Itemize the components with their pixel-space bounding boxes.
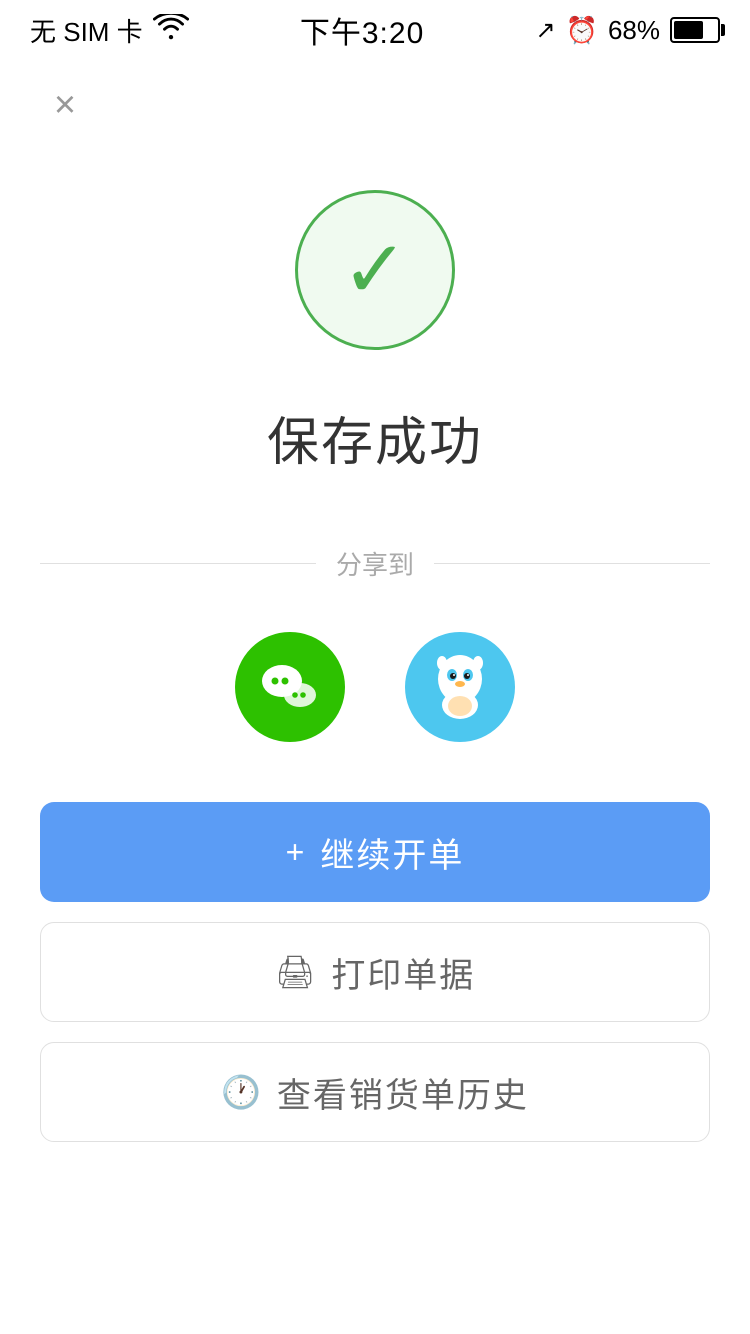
success-title: 保存成功 xyxy=(267,400,483,475)
print-button[interactable]: 🖨 打印单据 xyxy=(40,922,710,1022)
status-left: 无 SIM 卡 xyxy=(30,12,189,49)
status-bar: 无 SIM 卡 下午3:20 ↗ ⏰ 68% xyxy=(0,0,750,60)
wechat-button[interactable] xyxy=(235,632,345,742)
clock-icon: 🕐 xyxy=(221,1073,263,1111)
wifi-icon xyxy=(153,14,189,47)
success-circle: ✓ xyxy=(295,190,455,350)
wechat-icon xyxy=(256,657,324,717)
action-buttons: + 继续开单 🖨 打印单据 🕐 查看销货单历史 xyxy=(40,802,710,1142)
status-time: 下午3:20 xyxy=(300,8,424,52)
share-icons xyxy=(40,632,710,742)
close-icon: × xyxy=(54,86,76,124)
print-icon: 🖨 xyxy=(275,953,318,991)
continue-label: 继续开单 xyxy=(320,828,464,877)
carrier-text: 无 SIM 卡 xyxy=(30,12,143,49)
continue-button[interactable]: + 继续开单 xyxy=(40,802,710,902)
history-button[interactable]: 🕐 查看销货单历史 xyxy=(40,1042,710,1142)
battery-percent: 68% xyxy=(608,15,660,46)
alarm-icon: ⏰ xyxy=(566,15,598,46)
location-icon: ↗ xyxy=(535,16,555,45)
checkmark-icon: ✓ xyxy=(341,230,408,310)
status-right: ↗ ⏰ 68% xyxy=(535,15,720,46)
print-label: 打印单据 xyxy=(331,948,475,997)
main-content: × ✓ 保存成功 分享到 xyxy=(0,60,750,1182)
battery-icon xyxy=(670,17,720,43)
close-button-row: × xyxy=(40,80,710,130)
battery-fill xyxy=(674,21,703,39)
share-divider: 分享到 xyxy=(40,545,710,582)
qq-button[interactable] xyxy=(405,632,515,742)
close-button[interactable]: × xyxy=(40,80,90,130)
share-section: 分享到 xyxy=(40,545,710,742)
qq-icon xyxy=(428,653,493,721)
share-label: 分享到 xyxy=(336,545,414,582)
plus-icon: + xyxy=(286,834,307,871)
history-label: 查看销货单历史 xyxy=(277,1068,529,1117)
